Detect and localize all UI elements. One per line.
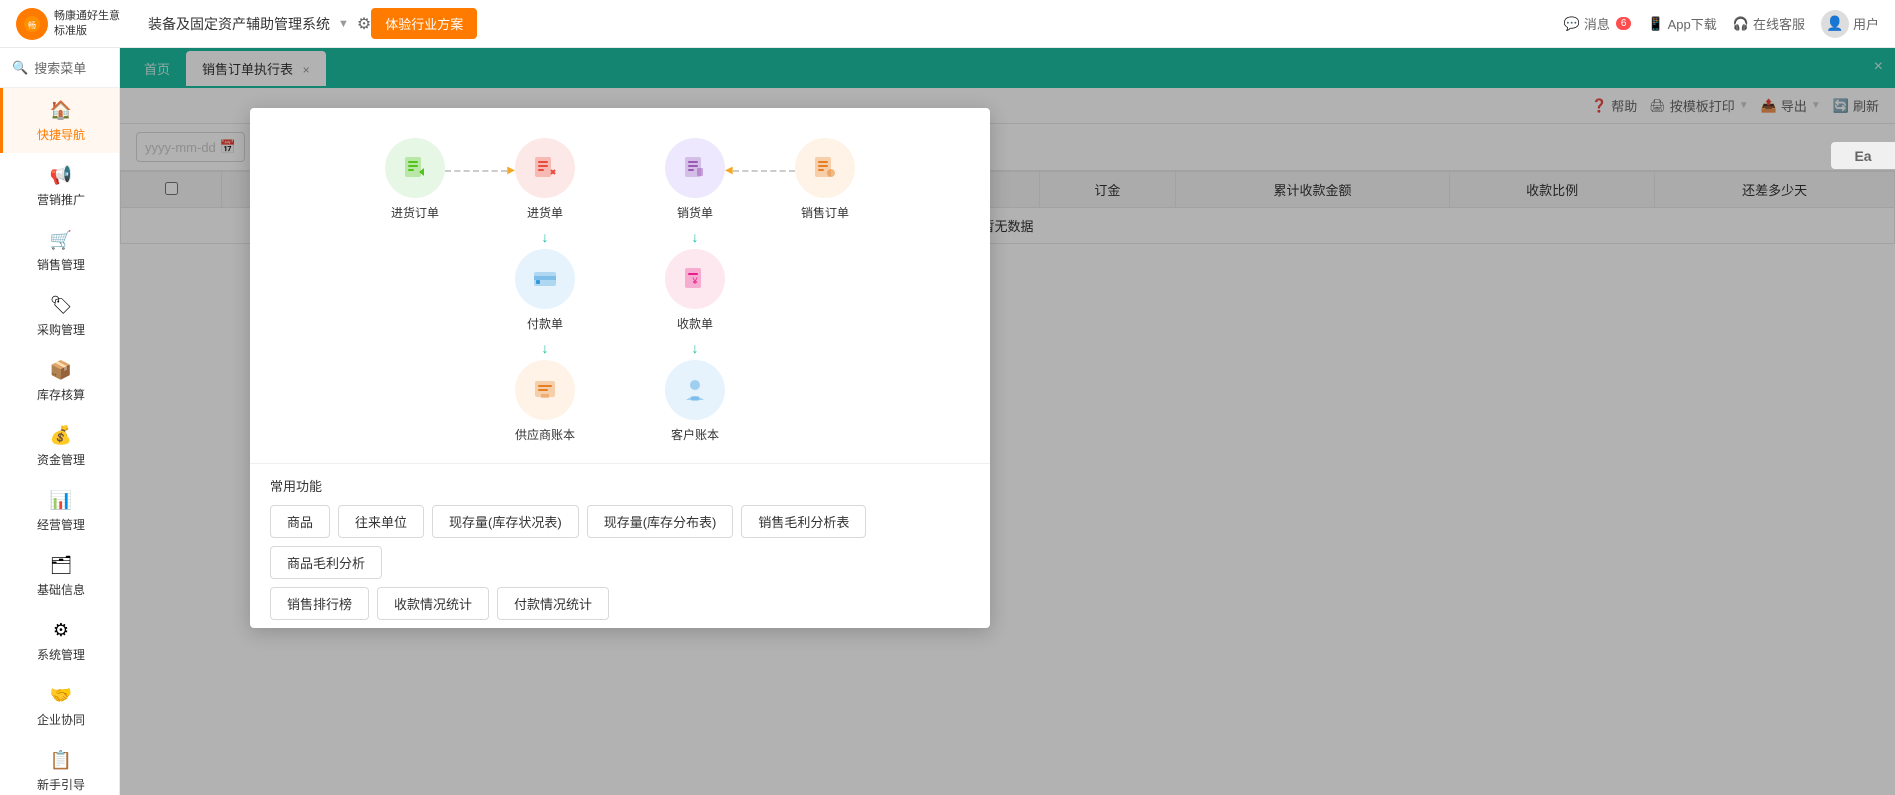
modal-overlay: 进货订单 ▶ <box>120 48 1895 795</box>
svg-text:¥: ¥ <box>691 276 698 286</box>
func-btn-contacts[interactable]: 往来单位 <box>338 505 424 538</box>
func-btn-stock-status[interactable]: 现存量(库存状况表) <box>432 505 579 538</box>
basic-info-icon: 🗂 <box>49 553 73 577</box>
logo-area: 畅 畅康通好生意 标准版 <box>16 8 136 40</box>
online-service-btn[interactable]: 🎧 在线客服 <box>1733 14 1805 33</box>
operations-icon: 📊 <box>49 488 73 512</box>
logo-icon: 畅 <box>16 8 48 40</box>
flow-node-payment-bill[interactable]: 付款单 <box>515 249 575 332</box>
sidebar-item-purchase[interactable]: 🏷 采购管理 <box>0 283 119 348</box>
flow-node-receipt-bill[interactable]: ¥ 收款单 <box>665 249 725 332</box>
flow-node-purchase-bill[interactable]: 进货单 <box>515 138 575 221</box>
flow-node-purchase-order[interactable]: 进货订单 <box>385 138 445 221</box>
payment-bill-label: 付款单 <box>527 315 563 332</box>
customer-account-label: 客户账本 <box>671 426 719 443</box>
purchase-order-label: 进货订单 <box>391 204 439 221</box>
system-selector[interactable]: 装备及固定资产辅助管理系统 ▼ ⚙ <box>148 14 371 34</box>
functions-title: 常用功能 <box>270 464 970 495</box>
logo-text: 畅康通好生意 标准版 <box>54 9 120 38</box>
sidebar-item-finance[interactable]: 💰 资金管理 <box>0 413 119 478</box>
func-btn-sales-profit[interactable]: 销售毛利分析表 <box>741 505 866 538</box>
modal-scroll[interactable]: 进货订单 ▶ <box>250 108 990 628</box>
sales-order-label: 销售订单 <box>801 204 849 221</box>
sidebar-item-operations[interactable]: 📊 经营管理 <box>0 478 119 543</box>
sales-icon: 🛒 <box>49 228 73 252</box>
marketing-icon: 📢 <box>49 163 73 187</box>
purchase-bill-label: 进货单 <box>527 204 563 221</box>
message-label: 消息 <box>1584 14 1610 33</box>
sales-bill-label: 销货单 <box>677 204 713 221</box>
sales-bill-icon <box>665 138 725 198</box>
guide-icon: 📋 <box>49 748 73 772</box>
message-icon: 💬 <box>1564 16 1580 32</box>
flow-section: 进货订单 ▶ <box>250 108 990 463</box>
experience-btn[interactable]: 体验行业方案 <box>371 8 477 39</box>
sidebar-item-enterprise[interactable]: 🤝 企业协同 <box>0 673 119 738</box>
top-header: 畅 畅康通好生意 标准版 装备及固定资产辅助管理系统 ▼ ⚙ 体验行业方案 💬 … <box>0 0 1895 48</box>
sidebar-item-guide[interactable]: 📋 新手引导 <box>0 738 119 795</box>
svg-text:畅: 畅 <box>28 20 36 30</box>
app-download-btn[interactable]: 📱 App下载 <box>1647 14 1716 33</box>
quick-nav-icon: 🏠 <box>49 98 73 122</box>
func-btn-receipt-stats[interactable]: 收款情况统计 <box>377 587 489 620</box>
purchase-bill-icon <box>515 138 575 198</box>
search-icon: 🔍 <box>12 60 28 76</box>
func-btn-product[interactable]: 商品 <box>270 505 330 538</box>
finance-icon: 💰 <box>49 423 73 447</box>
content-area: 首页 销售订单执行表 × × ❓ 帮助 🖨 按模板打印 ▼ <box>120 48 1895 795</box>
payment-bill-icon <box>515 249 575 309</box>
functions-section: 常用功能 商品 往来单位 现存量(库存状况表) 现存量(库存分布表) 销售毛利分… <box>250 463 990 628</box>
user-btn[interactable]: 👤 用户 <box>1821 10 1879 38</box>
message-btn[interactable]: 💬 消息 6 <box>1564 14 1632 33</box>
app-icon: 📱 <box>1647 16 1663 32</box>
receipt-bill-icon: ¥ <box>665 249 725 309</box>
sidebar-item-basic-info[interactable]: 🗂 基础信息 <box>0 543 119 608</box>
service-icon: 🎧 <box>1733 16 1749 32</box>
sidebar-item-marketing[interactable]: 📢 营销推广 <box>0 153 119 218</box>
system-title: 装备及固定资产辅助管理系统 <box>148 14 330 34</box>
app-download-label: App下载 <box>1668 14 1717 33</box>
func-btn-payment-stats[interactable]: 付款情况统计 <box>497 587 609 620</box>
flow-node-supplier-account[interactable]: 供应商账本 <box>515 360 575 443</box>
header-right: 💬 消息 6 📱 App下载 🎧 在线客服 👤 用户 <box>1564 10 1879 38</box>
system-icon: ⚙ <box>49 618 73 642</box>
func-btn-product-profit[interactable]: 商品毛利分析 <box>270 546 382 579</box>
supplier-account-label: 供应商账本 <box>515 426 575 443</box>
sidebar: 🔍 搜索菜单 🏠 快捷导航 📢 营销推广 🛒 销售管理 🏷 采购管理 📦 库存核… <box>0 48 120 795</box>
func-btn-stock-dist[interactable]: 现存量(库存分布表) <box>587 505 734 538</box>
ea-label: Ea <box>1854 148 1871 164</box>
user-label: 用户 <box>1853 14 1879 33</box>
main-layout: 🔍 搜索菜单 🏠 快捷导航 📢 营销推广 🛒 销售管理 🏷 采购管理 📦 库存核… <box>0 48 1895 795</box>
system-dropdown-arrow[interactable]: ▼ <box>338 18 349 30</box>
flow-node-sales-bill[interactable]: 销货单 <box>665 138 725 221</box>
sidebar-item-quick-nav[interactable]: 🏠 快捷导航 <box>0 88 119 153</box>
sidebar-item-sales[interactable]: 🛒 销售管理 <box>0 218 119 283</box>
quick-nav-modal: 进货订单 ▶ <box>250 108 990 628</box>
sales-order-icon <box>795 138 855 198</box>
user-avatar: 👤 <box>1821 10 1849 38</box>
supplier-account-icon <box>515 360 575 420</box>
enterprise-icon: 🤝 <box>49 683 73 707</box>
purchase-icon: 🏷 <box>49 293 73 317</box>
functions-grid: 商品 往来单位 现存量(库存状况表) 现存量(库存分布表) 销售毛利分析表 商品… <box>270 505 970 579</box>
customer-account-icon <box>665 360 725 420</box>
online-service-label: 在线客服 <box>1753 14 1805 33</box>
flow-node-customer-account[interactable]: 客户账本 <box>665 360 725 443</box>
flow-node-sales-order[interactable]: 销售订单 <box>795 138 855 221</box>
sidebar-item-system[interactable]: ⚙ 系统管理 <box>0 608 119 673</box>
settings-icon[interactable]: ⚙ <box>357 14 371 34</box>
receipt-bill-label: 收款单 <box>677 315 713 332</box>
message-badge: 6 <box>1616 17 1632 30</box>
inventory-icon: 📦 <box>49 358 73 382</box>
func-btn-sales-ranking[interactable]: 销售排行榜 <box>270 587 369 620</box>
user-ea-badge: Ea <box>1831 142 1895 169</box>
search-menu[interactable]: 🔍 搜索菜单 <box>0 48 119 88</box>
functions-grid-2: 销售排行榜 收款情况统计 付款情况统计 <box>270 587 970 620</box>
purchase-order-icon <box>385 138 445 198</box>
sidebar-item-inventory[interactable]: 📦 库存核算 <box>0 348 119 413</box>
